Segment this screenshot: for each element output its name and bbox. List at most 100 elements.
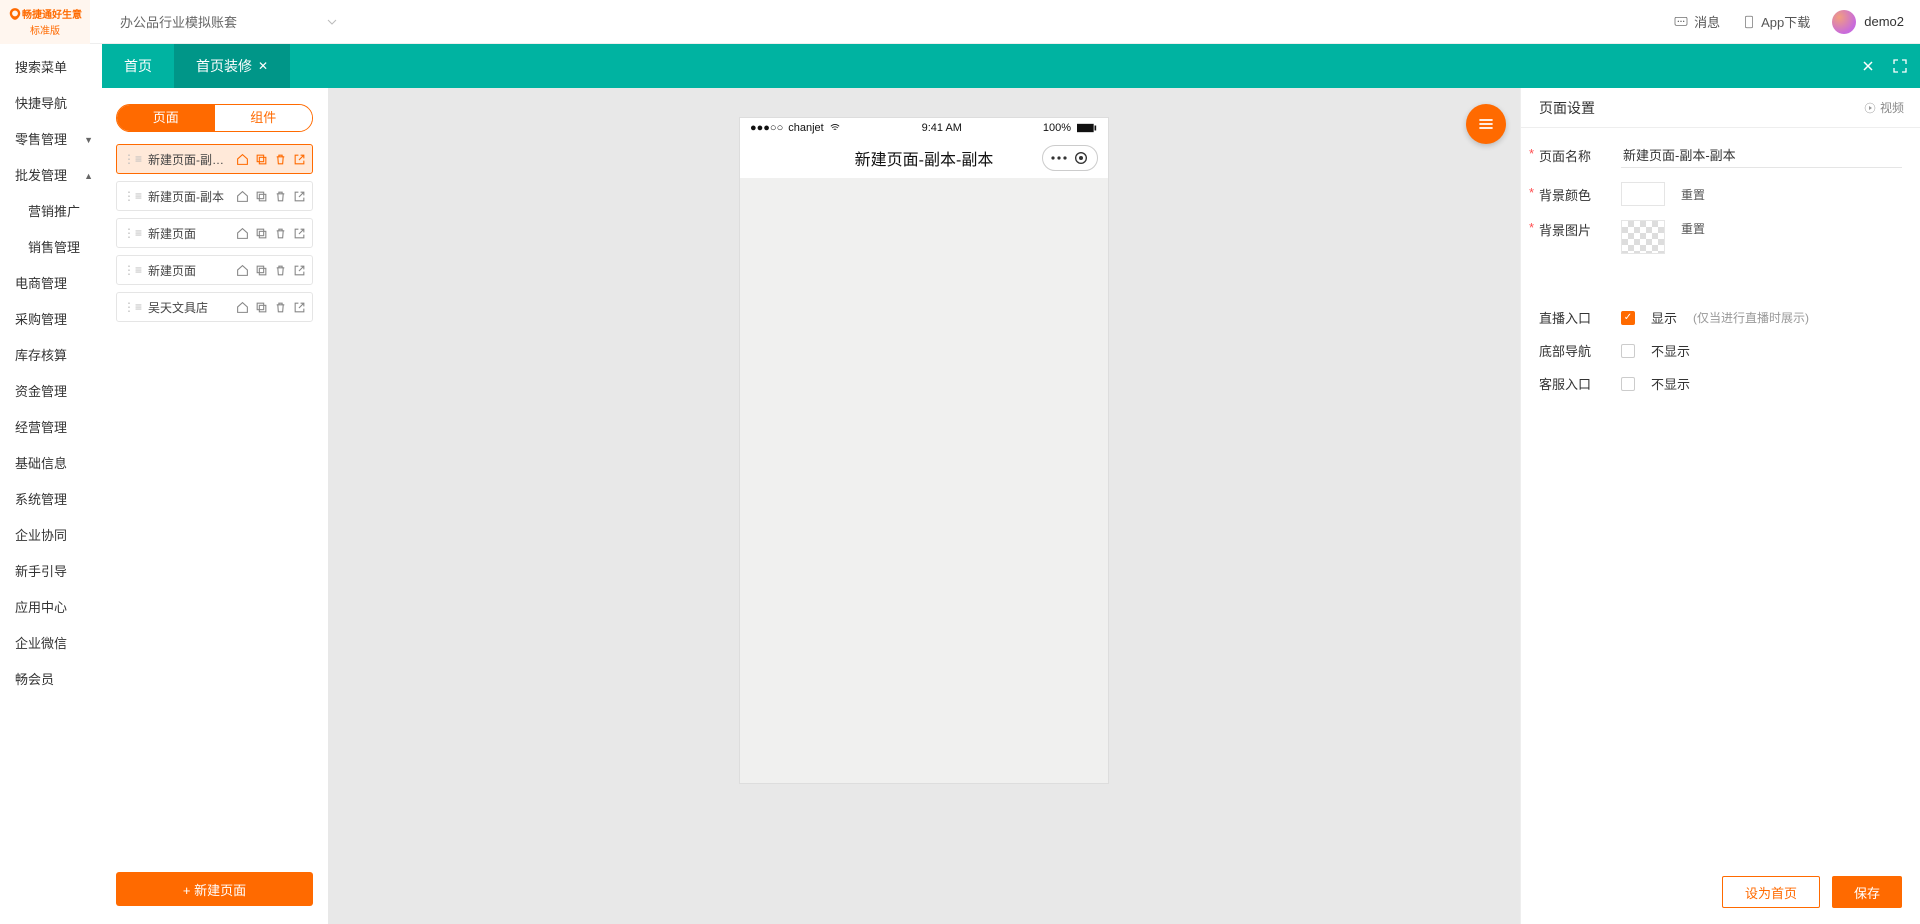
sidebar-item-collab[interactable]: 企业协同 (0, 518, 101, 554)
copy-icon[interactable] (254, 152, 268, 166)
bg-img-swatch[interactable] (1621, 220, 1665, 254)
left-panel: 页面 组件 ⋮≡ 新建页面-副本... (102, 88, 328, 924)
home-icon[interactable] (235, 300, 249, 314)
sidebar-sub-sales[interactable]: 销售管理 (0, 230, 101, 266)
bg-color-swatch[interactable] (1621, 182, 1665, 206)
sidebar-item-appcenter[interactable]: 应用中心 (0, 590, 101, 626)
user-chip[interactable]: demo2 (1832, 10, 1904, 34)
page-list-item[interactable]: ⋮≡ 吴天文具店 (116, 292, 313, 322)
reset-bg-img[interactable]: 重置 (1681, 220, 1705, 237)
form-row-page-name: 页面名称 (1539, 142, 1902, 168)
phone-carrier: chanjet (788, 122, 823, 134)
sidebar-item-wecom[interactable]: 企业微信 (0, 626, 101, 662)
mini-program-capsule[interactable] (1042, 145, 1098, 171)
new-page-button[interactable]: + 新建页面 (116, 872, 313, 906)
checkbox-bottomnav-label: 不显示 (1651, 341, 1690, 360)
account-selector[interactable]: 办公品行业模拟账套 (120, 12, 337, 31)
copy-icon[interactable] (254, 189, 268, 203)
share-icon[interactable] (292, 152, 306, 166)
sidebar-item-label: 系统管理 (15, 482, 67, 518)
sidebar-item-label: 应用中心 (15, 590, 67, 626)
home-icon[interactable] (235, 226, 249, 240)
fullscreen-button[interactable] (1886, 52, 1914, 80)
sidebar-item-system[interactable]: 系统管理 (0, 482, 101, 518)
app-download-link[interactable]: App下载 (1742, 12, 1810, 31)
sidebar-item-basics[interactable]: 基础信息 (0, 446, 101, 482)
save-button[interactable]: 保存 (1832, 876, 1902, 908)
delete-icon[interactable] (273, 263, 287, 277)
sidebar-item-ecommerce[interactable]: 电商管理 (0, 266, 101, 302)
page-list-item[interactable]: ⋮≡ 新建页面 (116, 218, 313, 248)
home-icon[interactable] (235, 263, 249, 277)
reset-bg-color[interactable]: 重置 (1681, 186, 1705, 203)
sidebar-item-label: 采购管理 (15, 302, 67, 338)
checkbox-service[interactable] (1621, 377, 1635, 391)
drag-handle-icon[interactable]: ⋮≡ (123, 152, 142, 166)
copy-icon[interactable] (254, 263, 268, 277)
page-list-item[interactable]: ⋮≡ 新建页面 (116, 255, 313, 285)
label-bottom-nav: 底部导航 (1539, 341, 1605, 360)
right-panel-body: 页面名称 背景颜色 重置 背景图片 重置 直 (1521, 128, 1920, 407)
share-icon[interactable] (292, 226, 306, 240)
layers-toggle-button[interactable] (1466, 104, 1506, 144)
share-icon[interactable] (292, 189, 306, 203)
copy-icon[interactable] (254, 300, 268, 314)
drag-handle-icon[interactable]: ⋮≡ (123, 300, 142, 314)
segment-control: 页面 组件 (116, 104, 313, 132)
page-list-item[interactable]: ⋮≡ 新建页面-副本... (116, 144, 313, 174)
right-panel: 页面设置 视频 页面名称 背景颜色 重置 (1520, 88, 1920, 924)
delete-icon[interactable] (273, 226, 287, 240)
sidebar-item-search-menu[interactable]: 搜索菜单 (0, 50, 101, 86)
video-help-button[interactable]: 视频 (1864, 99, 1904, 116)
form-row-bottom-nav: 底部导航 不显示 (1539, 341, 1902, 360)
sidebar-sub-marketing[interactable]: 营销推广 (0, 194, 101, 230)
sidebar-item-label: 快捷导航 (15, 86, 67, 122)
sidebar-item-guide[interactable]: 新手引导 (0, 554, 101, 590)
drag-handle-icon[interactable]: ⋮≡ (123, 263, 142, 277)
delete-icon[interactable] (273, 300, 287, 314)
sidebar-item-funds[interactable]: 资金管理 (0, 374, 101, 410)
avatar (1832, 10, 1856, 34)
close-all-button[interactable] (1854, 52, 1882, 80)
drag-handle-icon[interactable]: ⋮≡ (123, 189, 142, 203)
messages-link[interactable]: 消息 (1673, 12, 1720, 31)
tab-decorate[interactable]: 首页装修✕ (174, 44, 290, 88)
sidebar-item-inventory[interactable]: 库存核算 (0, 338, 101, 374)
form-row-bg-img: 背景图片 重置 (1539, 220, 1902, 254)
delete-icon[interactable] (273, 189, 287, 203)
copy-icon[interactable] (254, 226, 268, 240)
page-item-actions (235, 226, 306, 240)
set-home-button[interactable]: 设为首页 (1722, 876, 1820, 908)
right-panel-head: 页面设置 视频 (1521, 88, 1920, 128)
sidebar-item-label: 电商管理 (15, 266, 67, 302)
sidebar-item-operation[interactable]: 经营管理 (0, 410, 101, 446)
page-item-actions (235, 263, 306, 277)
sidebar-item-member[interactable]: 畅会员 (0, 662, 101, 698)
canvas-area: ●●●○○ chanjet 9:41 AM 100% 新建页面-副本-副本 (328, 88, 1520, 924)
page-name-input[interactable] (1621, 142, 1902, 168)
segment-component[interactable]: 组件 (215, 105, 313, 131)
home-icon[interactable] (235, 189, 249, 203)
checkbox-bottomnav[interactable] (1621, 344, 1635, 358)
sidebar-item-purchase[interactable]: 采购管理 (0, 302, 101, 338)
delete-icon[interactable] (273, 152, 287, 166)
checkbox-live-show[interactable]: ✓ (1621, 311, 1635, 325)
segment-page[interactable]: 页面 (117, 105, 215, 131)
sidebar-item-retail[interactable]: 零售管理▼ (0, 122, 101, 158)
home-icon[interactable] (235, 152, 249, 166)
page-list-item[interactable]: ⋮≡ 新建页面-副本 (116, 181, 313, 211)
sidebar-item-label: 企业协同 (15, 518, 67, 554)
sidebar-item-quick-nav[interactable]: 快捷导航 (0, 86, 101, 122)
checkbox-live-show-label: 显示 (1651, 308, 1677, 327)
page-item-name: 新建页面 (148, 225, 229, 242)
phone-battery-group: 100% (1043, 122, 1098, 134)
sidebar-item-wholesale[interactable]: 批发管理▲ (0, 158, 101, 194)
share-icon[interactable] (292, 263, 306, 277)
battery-icon (1076, 123, 1098, 133)
tab-home[interactable]: 首页 (102, 44, 174, 88)
live-note: (仅当进行直播时展示) (1693, 309, 1809, 326)
label-page-name: 页面名称 (1539, 146, 1605, 165)
close-icon[interactable]: ✕ (258, 59, 268, 73)
drag-handle-icon[interactable]: ⋮≡ (123, 226, 142, 240)
share-icon[interactable] (292, 300, 306, 314)
